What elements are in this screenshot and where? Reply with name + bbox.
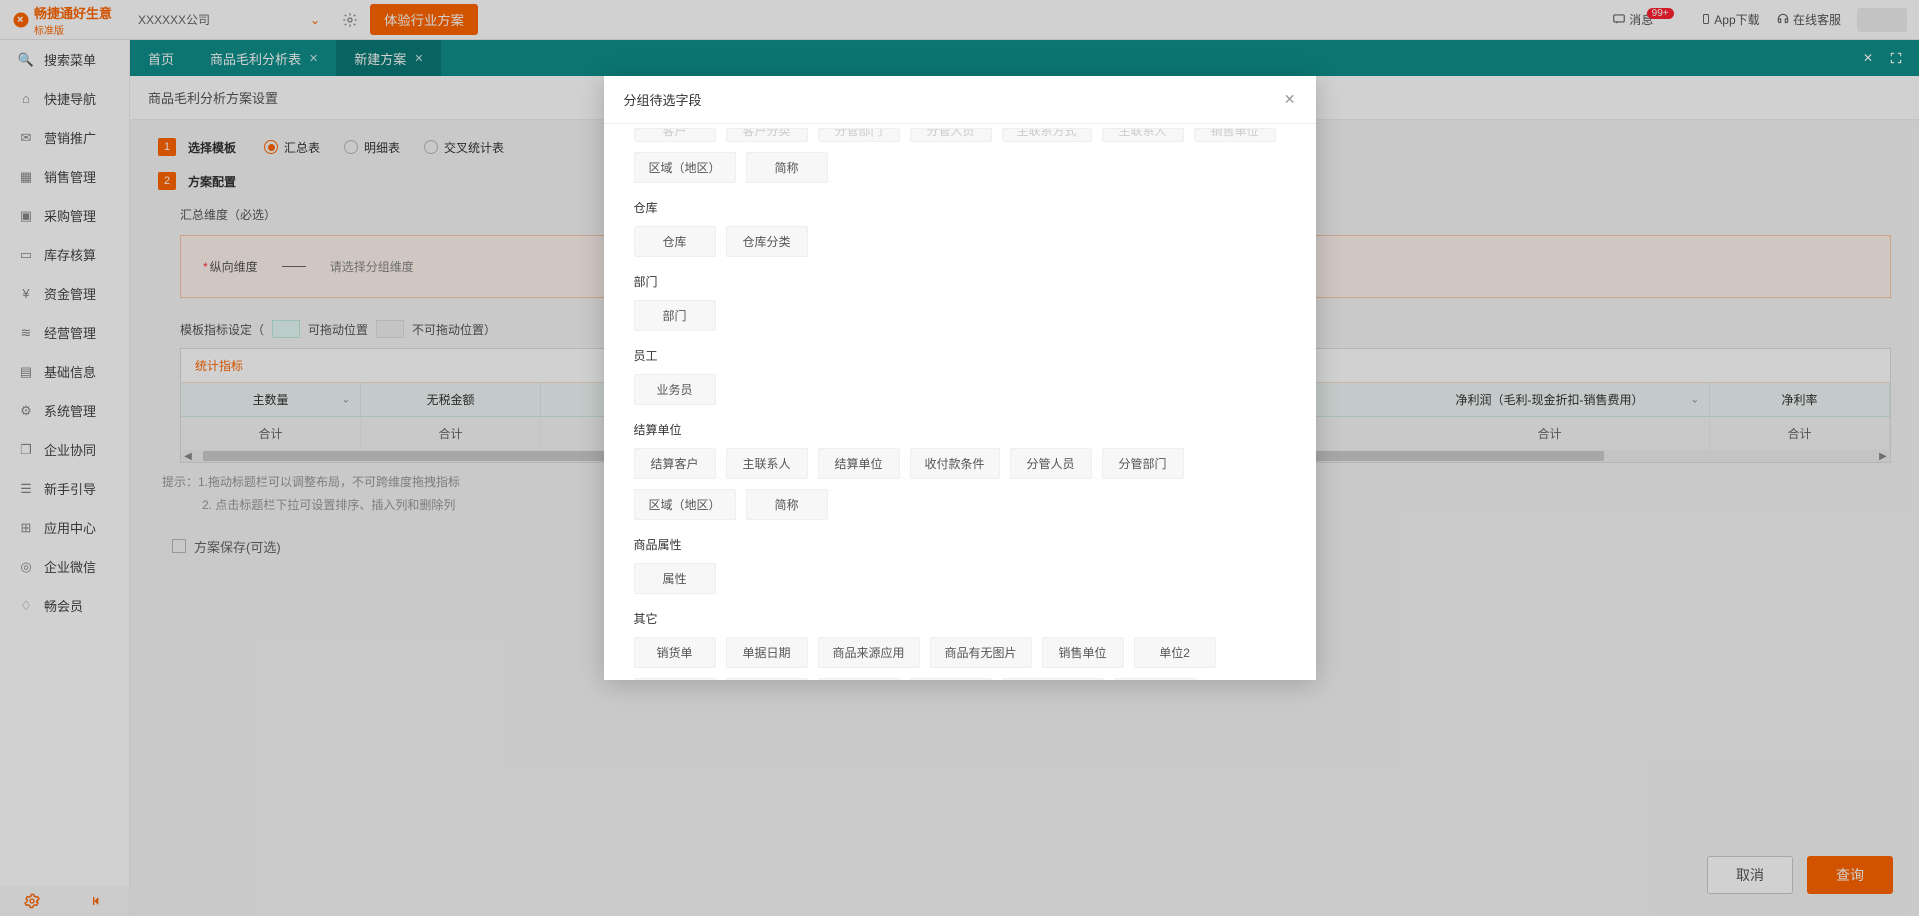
group-title: 其它 <box>634 610 1286 627</box>
field-chip[interactable]: 预计交货日期 <box>1002 678 1104 680</box>
field-chip[interactable]: 结算单位 <box>818 448 900 479</box>
field-chip[interactable]: 出库人 <box>910 678 992 680</box>
modal-title: 分组待选字段 <box>624 90 702 109</box>
field-chip[interactable]: 分管部门 <box>818 128 900 142</box>
field-chip[interactable]: 简称 <box>746 152 828 183</box>
field-chip[interactable]: 仓库 <box>634 226 716 257</box>
field-chip[interactable]: 分管人员 <box>910 128 992 142</box>
group-title: 商品属性 <box>634 536 1286 553</box>
field-chip[interactable]: 商品有无图片 <box>930 637 1032 668</box>
group-title: 仓库 <box>634 199 1286 216</box>
field-chip[interactable]: 商品来源应用 <box>818 637 920 668</box>
field-chip[interactable]: 销售单位 <box>1194 128 1276 142</box>
field-chip[interactable]: 区域（地区） <box>634 152 736 183</box>
field-chip[interactable]: 主联系人 <box>726 448 808 479</box>
field-chip[interactable]: 客户分类 <box>726 128 808 142</box>
chip-row: 属性 <box>634 563 1286 594</box>
field-chip[interactable]: 销货单 <box>634 637 716 668</box>
field-chip[interactable]: 单据日期 <box>726 637 808 668</box>
field-chip[interactable]: 仓库分类 <box>726 226 808 257</box>
field-chip[interactable]: 业务员 <box>634 374 716 405</box>
field-chip[interactable]: 结算客户 <box>634 448 716 479</box>
field-chip[interactable]: 销售单位 <box>1042 637 1124 668</box>
field-chip[interactable]: 主计量 <box>634 678 716 680</box>
chip-row: 部门 <box>634 300 1286 331</box>
field-chip[interactable]: 部门 <box>634 300 716 331</box>
field-chip[interactable]: 客户 <box>634 128 716 142</box>
field-chip[interactable]: 分管人员 <box>1010 448 1092 479</box>
field-chip[interactable]: 审核人 <box>818 678 900 680</box>
field-chip[interactable]: 简称 <box>746 489 828 520</box>
partial-top-chips: 客户客户分类分管部门分管人员主联系方式主联系人销售单位 <box>634 128 1286 142</box>
field-chip[interactable]: 赠品 <box>1114 678 1196 680</box>
chip-row: 仓库仓库分类 <box>634 226 1286 257</box>
field-chip[interactable]: 属性 <box>634 563 716 594</box>
field-chip[interactable]: 制单人 <box>726 678 808 680</box>
modal-header: 分组待选字段 ✕ <box>604 76 1316 124</box>
chip-row: 销货单单据日期商品来源应用商品有无图片销售单位单位2 主计量 制单人 审核人 出库人 预计… <box>634 637 1286 680</box>
group-title: 员工 <box>634 347 1286 364</box>
group-field-modal: 分组待选字段 ✕ 客户客户分类分管部门分管人员主联系方式主联系人销售单位 区域（… <box>604 76 1316 680</box>
field-chip[interactable]: 主联系人 <box>1102 128 1184 142</box>
field-chip[interactable]: 区域（地区） <box>634 489 736 520</box>
field-chip[interactable]: 单位2 <box>1134 637 1216 668</box>
group-title: 部门 <box>634 273 1286 290</box>
chip-row: 结算客户主联系人结算单位收付款条件分管人员分管部门区域（地区） 简称 <box>634 448 1286 520</box>
modal-body[interactable]: 客户客户分类分管部门分管人员主联系方式主联系人销售单位 区域（地区）简称 仓库仓… <box>604 124 1316 680</box>
chip-row: 业务员 <box>634 374 1286 405</box>
field-chip[interactable]: 主联系方式 <box>1002 128 1092 142</box>
field-chip[interactable]: 收付款条件 <box>910 448 1000 479</box>
field-chip[interactable]: 分管部门 <box>1102 448 1184 479</box>
group-title: 结算单位 <box>634 421 1286 438</box>
close-icon[interactable]: ✕ <box>1284 91 1296 108</box>
